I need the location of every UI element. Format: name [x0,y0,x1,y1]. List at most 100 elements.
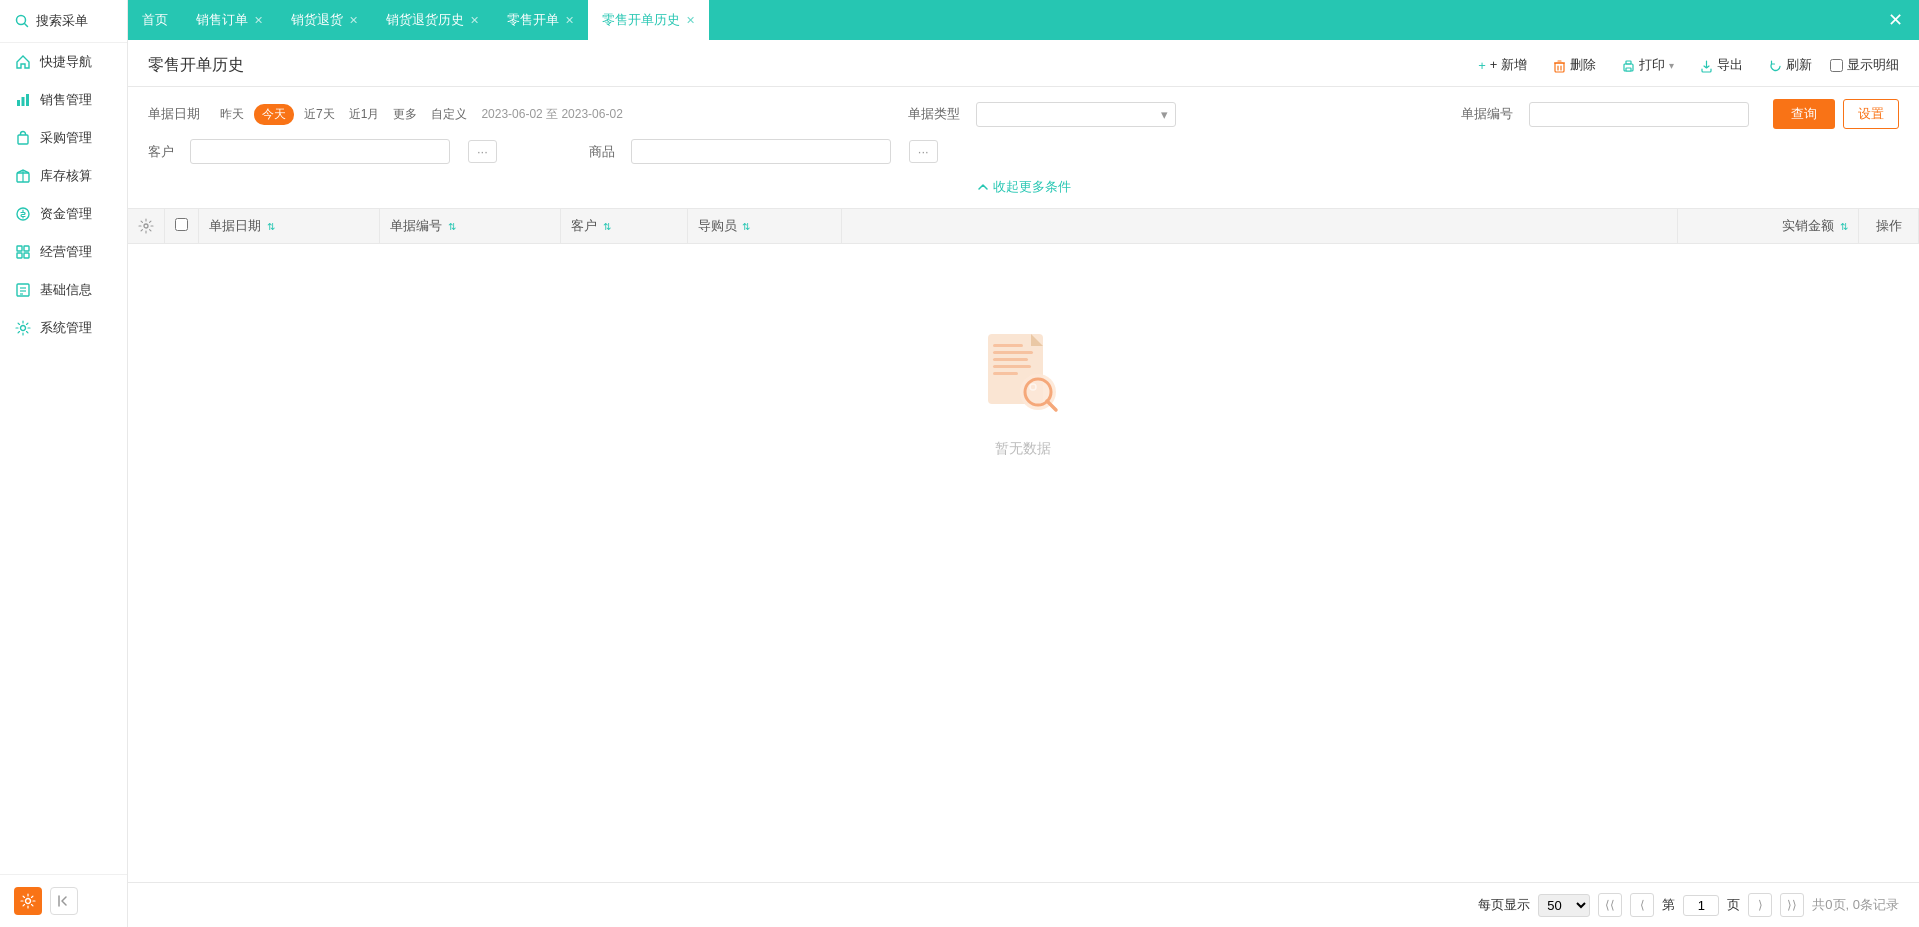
number-filter-input[interactable] [1529,102,1749,127]
sidebar-item-inventory[interactable]: 库存核算 [0,157,127,195]
sidebar-bottom [0,874,127,927]
svg-rect-27 [1626,68,1631,71]
tab-sales-return[interactable]: 销货退货 ✕ [277,0,372,40]
svg-point-17 [21,326,26,331]
type-filter-select[interactable] [976,102,1176,127]
per-page-select[interactable]: 50 100 200 [1538,894,1590,917]
goods-filter-input[interactable] [631,139,891,164]
prev-page-button[interactable]: ⟨ [1630,893,1654,917]
date-btn-7days[interactable]: 近7天 [300,104,339,125]
collapse-sidebar-button[interactable] [50,887,78,915]
add-icon: + [1478,58,1486,73]
svg-rect-12 [24,253,29,258]
empty-row: 暂无数据 [128,244,1919,539]
refresh-label: 刷新 [1786,56,1812,74]
svg-rect-5 [18,135,28,144]
th-checkbox[interactable] [165,209,199,244]
sidebar-item-quick-nav[interactable]: 快捷导航 [0,43,127,81]
display-detail-checkbox[interactable]: 显示明细 [1830,56,1899,74]
th-action: 操作 [1859,209,1919,244]
filter-area: 单据日期 昨天 今天 近7天 近1月 更多 自定义 2023-06-02 至 2… [128,87,1919,209]
tab-sales-return-history[interactable]: 销货退货历史 ✕ [372,0,493,40]
first-page-button[interactable]: ⟨⟨ [1598,893,1622,917]
customer-filter-more-btn[interactable]: ··· [468,140,497,163]
tab-sales-return-close[interactable]: ✕ [349,14,358,27]
sort-date-icon: ⇅ [267,221,275,232]
table-header-row: 单据日期 ⇅ 单据编号 ⇅ 客户 ⇅ 导购员 ⇅ [128,209,1919,244]
query-button[interactable]: 查询 [1773,99,1835,129]
tab-retail-open-label: 零售开单 [507,11,559,29]
print-dropdown-icon: ▾ [1669,60,1674,71]
sidebar-item-purchase-mgmt[interactable]: 采购管理 [0,119,127,157]
tab-home[interactable]: 首页 [128,0,182,40]
main-content: 首页 销售订单 ✕ 销货退货 ✕ 销货退货历史 ✕ 零售开单 ✕ 零售开单历史 … [128,0,1919,927]
date-btn-today[interactable]: 今天 [254,104,294,125]
th-settings[interactable] [128,209,165,244]
th-action-label: 操作 [1876,218,1902,233]
last-page-button[interactable]: ⟩⟩ [1780,893,1804,917]
svg-rect-10 [24,246,29,251]
delete-icon [1553,57,1566,72]
svg-rect-32 [993,358,1028,361]
sidebar-search[interactable]: 搜索采单 [0,0,127,43]
sidebar-item-sys-mgmt[interactable]: 系统管理 [0,309,127,347]
select-all-checkbox[interactable] [175,218,188,231]
print-button[interactable]: 打印 ▾ [1614,52,1682,78]
date-btn-yesterday[interactable]: 昨天 [216,104,248,125]
sidebar-item-ops-mgmt[interactable]: 经营管理 [0,233,127,271]
gear-button[interactable] [14,887,42,915]
sort-guide-icon: ⇅ [742,221,750,232]
page-total: 共0页, 0条记录 [1812,896,1899,914]
date-btn-custom[interactable]: 自定义 [427,104,471,125]
tab-retail-open-close[interactable]: ✕ [565,14,574,27]
per-page-label: 每页显示 [1478,896,1530,914]
sort-customer-icon: ⇅ [603,221,611,232]
page-label-2: 页 [1727,896,1740,914]
svg-rect-31 [993,351,1033,354]
th-customer[interactable]: 客户 ⇅ [561,209,688,244]
date-btn-1month[interactable]: 近1月 [345,104,384,125]
add-button[interactable]: + + 新增 [1470,52,1535,78]
finance-icon [14,205,32,223]
svg-rect-33 [993,365,1031,368]
display-detail-input[interactable] [1830,59,1843,72]
current-page-input[interactable] [1683,895,1719,916]
window-close-button[interactable]: ✕ [1884,9,1907,31]
tab-sales-return-history-close[interactable]: ✕ [470,14,479,27]
tab-retail-open[interactable]: 零售开单 ✕ [493,0,588,40]
sidebar-search-label: 搜索采单 [36,12,88,30]
sidebar-label-inventory: 库存核算 [40,167,92,185]
customer-filter-input[interactable] [190,139,450,164]
setting-button[interactable]: 设置 [1843,99,1899,129]
tab-retail-open-history-close[interactable]: ✕ [686,14,695,27]
filter-row-1: 单据日期 昨天 今天 近7天 近1月 更多 自定义 2023-06-02 至 2… [148,99,1899,129]
date-btn-more[interactable]: 更多 [389,104,421,125]
th-number[interactable]: 单据编号 ⇅ [380,209,561,244]
filter-row-2: 客户 ··· 商品 ··· [148,139,1899,164]
delete-button[interactable]: 删除 [1545,52,1604,78]
sidebar: 搜索采单 快捷导航 销售管理 采购管理 [0,0,128,927]
sidebar-item-sales-mgmt[interactable]: 销售管理 [0,81,127,119]
chart-icon [14,91,32,109]
tab-sales-order[interactable]: 销售订单 ✕ [182,0,277,40]
sidebar-item-basic-info[interactable]: 基础信息 [0,271,127,309]
sidebar-label-sys-mgmt: 系统管理 [40,319,92,337]
export-button[interactable]: 导出 [1692,52,1751,78]
sidebar-label-finance: 资金管理 [40,205,92,223]
th-guide[interactable]: 导购员 ⇅ [687,209,841,244]
customer-filter-label: 客户 [148,143,174,161]
next-page-button[interactable]: ⟩ [1748,893,1772,917]
ops-icon [14,243,32,261]
svg-rect-30 [993,344,1023,347]
goods-filter-more-btn[interactable]: ··· [909,140,938,163]
sidebar-item-finance[interactable]: 资金管理 [0,195,127,233]
tab-retail-open-history[interactable]: 零售开单历史 ✕ [588,0,709,40]
collapse-filter-btn[interactable]: 收起更多条件 [148,174,1899,200]
th-date[interactable]: 单据日期 ⇅ [199,209,380,244]
refresh-button[interactable]: 刷新 [1761,52,1820,78]
collapse-filter-label: 收起更多条件 [993,178,1071,196]
svg-rect-4 [26,94,29,106]
th-amount[interactable]: 实销金额 ⇅ [1677,209,1858,244]
svg-rect-26 [1626,61,1631,64]
tab-sales-order-close[interactable]: ✕ [254,14,263,27]
